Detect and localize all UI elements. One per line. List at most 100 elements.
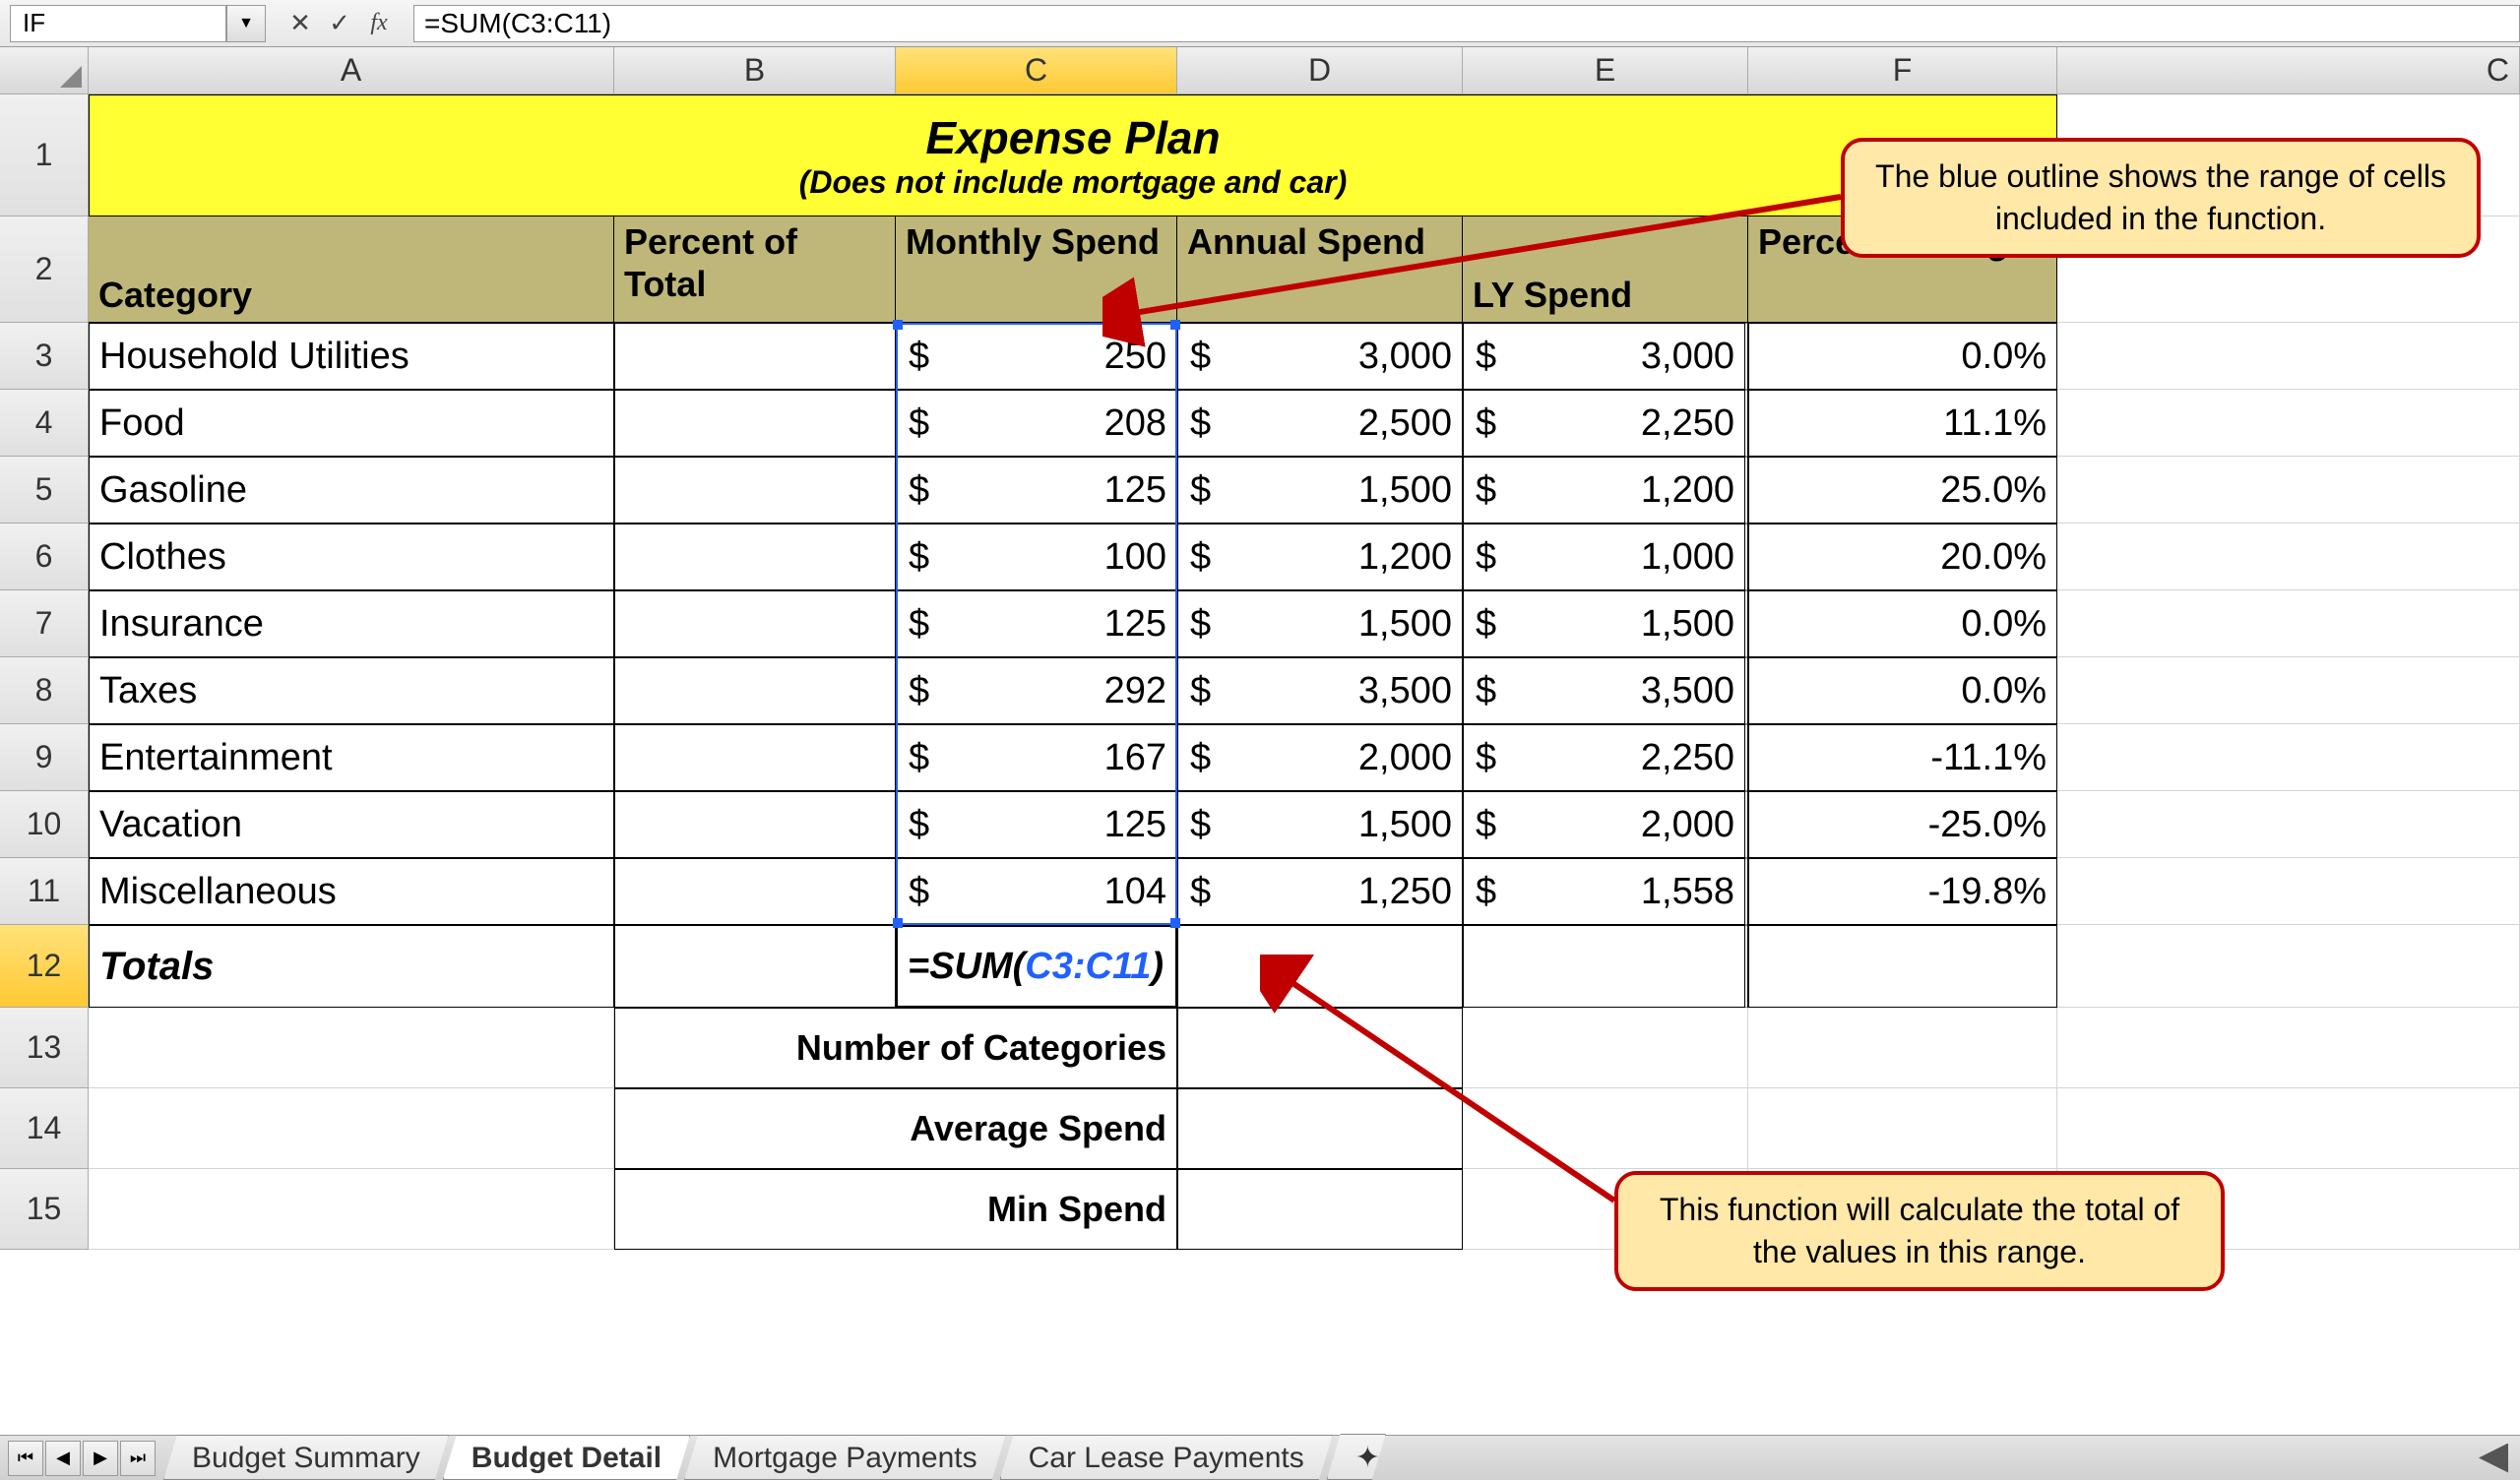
cell-d11[interactable]: $1,250 [1177,858,1463,925]
cell-a5[interactable]: Gasoline [89,457,614,524]
cell-d7[interactable]: $1,500 [1177,590,1463,657]
col-header-a[interactable]: A [89,47,614,93]
row-header-13[interactable]: 13 [0,1008,89,1088]
cell-d9[interactable]: $2,000 [1177,724,1463,791]
title-cell[interactable]: Expense Plan (Does not include mortgage … [89,94,2057,216]
cell-g14[interactable] [2057,1088,2520,1169]
cell-g4[interactable] [2057,390,2520,457]
num-categories-label[interactable]: Number of Categories [614,1008,1177,1088]
cell-a4[interactable]: Food [89,390,614,457]
header-percent-total[interactable]: Percent of Total [614,216,896,323]
row-header-10[interactable]: 10 [0,791,89,858]
cell-f14[interactable] [1748,1088,2057,1169]
fx-icon[interactable]: fx [362,7,396,40]
col-header-g[interactable]: C [2057,47,2520,93]
cell-c6[interactable]: $100 [896,524,1177,590]
cell-b11[interactable] [614,858,896,925]
cell-d13[interactable] [1177,1008,1463,1088]
col-header-e[interactable]: E [1463,47,1748,93]
header-annual[interactable]: Annual Spend [1177,216,1463,323]
name-box[interactable]: IF [10,5,226,42]
cell-e13[interactable] [1463,1008,1748,1088]
cell-e14[interactable] [1463,1088,1748,1169]
tab-budget-detail[interactable]: Budget Detail [443,1435,690,1480]
cell-d10[interactable]: $1,500 [1177,791,1463,858]
tab-nav-last[interactable]: ⏭ [120,1441,156,1476]
select-all-corner[interactable] [0,47,89,94]
cell-d8[interactable]: $3,500 [1177,657,1463,724]
cell-a13[interactable] [89,1008,614,1088]
min-spend-label[interactable]: Min Spend [614,1169,1177,1250]
cell-f12[interactable] [1748,925,2057,1008]
cell-b10[interactable] [614,791,896,858]
row-header-12[interactable]: 12 [0,925,89,1008]
name-box-dropdown[interactable]: ▼ [226,5,266,42]
cell-a15[interactable] [89,1169,614,1250]
col-header-b[interactable]: B [614,47,896,93]
cell-g5[interactable] [2057,457,2520,524]
hscroll-left-icon[interactable] [2479,1444,2508,1473]
cell-f11[interactable]: -19.8% [1748,858,2057,925]
row-header-8[interactable]: 8 [0,657,89,724]
cancel-icon[interactable]: ✕ [284,7,317,40]
row-header-14[interactable]: 14 [0,1088,89,1169]
cell-c7[interactable]: $125 [896,590,1177,657]
cell-b4[interactable] [614,390,896,457]
cell-b3[interactable] [614,323,896,390]
avg-spend-label[interactable]: Average Spend [614,1088,1177,1169]
cell-a14[interactable] [89,1088,614,1169]
cell-c5[interactable]: $125 [896,457,1177,524]
cell-e4[interactable]: $2,250 [1463,390,1748,457]
tab-new-sheet-icon[interactable]: ✦ [1327,1434,1386,1480]
cell-b8[interactable] [614,657,896,724]
cell-f8[interactable]: 0.0% [1748,657,2057,724]
col-header-c[interactable]: C [896,47,1177,93]
cell-g12[interactable] [2057,925,2520,1008]
cell-e10[interactable]: $2,000 [1463,791,1748,858]
row-header-4[interactable]: 4 [0,390,89,457]
cell-e8[interactable]: $3,500 [1463,657,1748,724]
cell-d12[interactable] [1177,925,1463,1008]
cell-g11[interactable] [2057,858,2520,925]
cell-d3[interactable]: $3,000 [1177,323,1463,390]
cell-f3[interactable]: 0.0% [1748,323,2057,390]
row-header-9[interactable]: 9 [0,724,89,791]
tab-nav-next[interactable]: ▶ [83,1441,118,1476]
cell-c8[interactable]: $292 [896,657,1177,724]
row-header-1[interactable]: 1 [0,94,89,216]
tab-nav-prev[interactable]: ◀ [45,1441,81,1476]
cell-d6[interactable]: $1,200 [1177,524,1463,590]
cell-g13[interactable] [2057,1008,2520,1088]
cell-f7[interactable]: 0.0% [1748,590,2057,657]
formula-input[interactable]: =SUM(C3:C11) [413,5,2520,42]
row-header-11[interactable]: 11 [0,858,89,925]
col-header-f[interactable]: F [1748,47,2057,93]
cell-f6[interactable]: 20.0% [1748,524,2057,590]
cell-e9[interactable]: $2,250 [1463,724,1748,791]
tab-budget-summary[interactable]: Budget Summary [163,1435,449,1480]
totals-label[interactable]: Totals [89,925,614,1008]
cell-f5[interactable]: 25.0% [1748,457,2057,524]
cell-a7[interactable]: Insurance [89,590,614,657]
cell-b12[interactable] [614,925,896,1008]
cell-b7[interactable] [614,590,896,657]
cell-f9[interactable]: -11.1% [1748,724,2057,791]
cell-a8[interactable]: Taxes [89,657,614,724]
tab-nav-first[interactable]: ⏮ [8,1441,43,1476]
cell-b5[interactable] [614,457,896,524]
cell-c10[interactable]: $125 [896,791,1177,858]
row-header-7[interactable]: 7 [0,590,89,657]
cell-e3[interactable]: $3,000 [1463,323,1748,390]
row-header-3[interactable]: 3 [0,323,89,390]
cell-e5[interactable]: $1,200 [1463,457,1748,524]
formula-cell[interactable]: =SUM(C3:C11) [896,925,1177,1008]
cell-f13[interactable] [1748,1008,2057,1088]
cell-g3[interactable] [2057,323,2520,390]
cell-e6[interactable]: $1,000 [1463,524,1748,590]
cell-g9[interactable] [2057,724,2520,791]
row-header-2[interactable]: 2 [0,216,89,323]
cell-f10[interactable]: -25.0% [1748,791,2057,858]
cell-d4[interactable]: $2,500 [1177,390,1463,457]
tab-mortgage[interactable]: Mortgage Payments [684,1435,1005,1480]
header-ly[interactable]: LY Spend [1463,216,1748,323]
